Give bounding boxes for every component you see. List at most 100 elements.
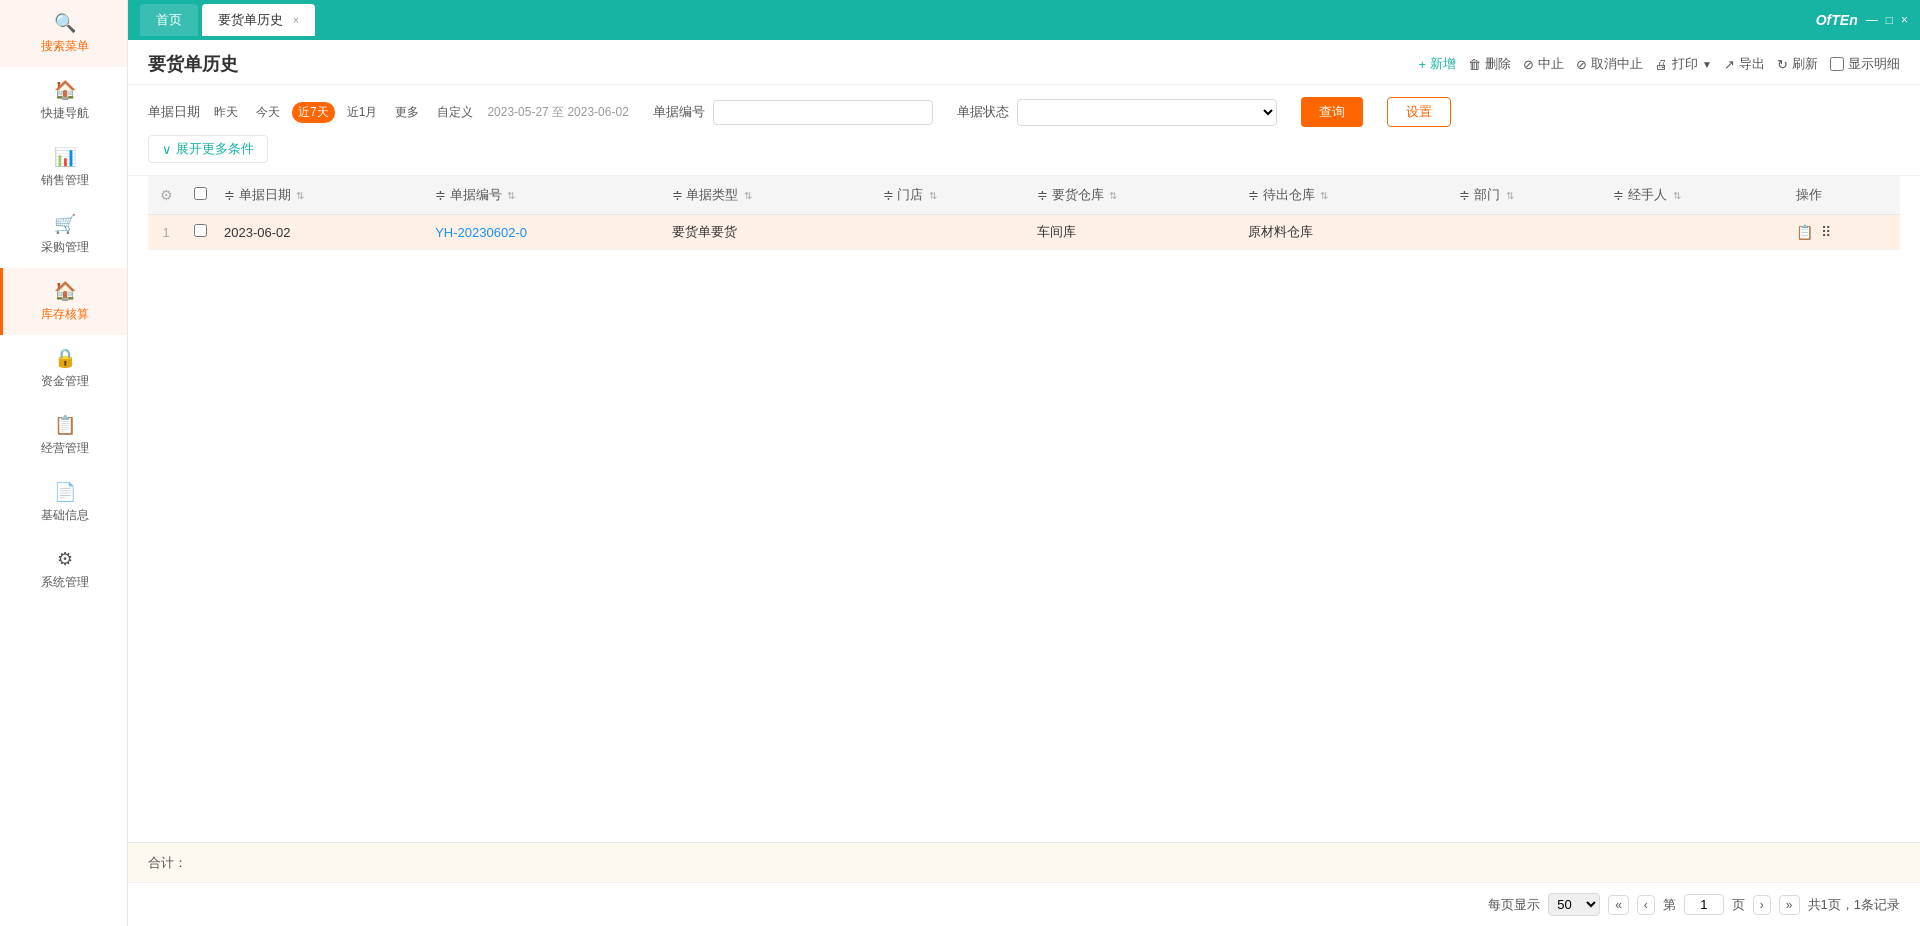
- date-range-display: 2023-05-27 至 2023-06-02: [487, 104, 628, 121]
- prev-page-btn[interactable]: ‹: [1637, 895, 1655, 915]
- refresh-label: 刷新: [1792, 55, 1818, 73]
- print-label: 打印: [1672, 55, 1698, 73]
- stop-icon: ⊘: [1523, 57, 1534, 72]
- basic-info-icon: 📄: [54, 481, 76, 503]
- date-filter-label: 单据日期: [148, 103, 200, 121]
- sidebar-item-label: 系统管理: [41, 574, 89, 591]
- total-info: 共1页，1条记录: [1808, 896, 1900, 914]
- cancel-stop-button[interactable]: ⊘ 取消中止: [1576, 55, 1643, 73]
- doc-status-select[interactable]: [1017, 99, 1277, 126]
- row-doc-type: 要货单要货: [664, 215, 875, 250]
- table-settings-icon[interactable]: ⚙: [148, 176, 184, 215]
- sidebar-item-label: 基础信息: [41, 507, 89, 524]
- delete-label: 删除: [1485, 55, 1511, 73]
- tab-home[interactable]: 首页: [140, 4, 198, 36]
- cancel-stop-label: 取消中止: [1591, 55, 1643, 73]
- col-req-warehouse[interactable]: ≑ 要货仓库 ⇅: [1029, 176, 1240, 215]
- topbar-right: OfTEn — □ ×: [1816, 12, 1908, 28]
- quick-nav-icon: 🏠: [54, 79, 76, 101]
- sidebar-item-search-menu[interactable]: 🔍 搜索菜单: [0, 0, 127, 67]
- print-button[interactable]: 🖨 打印 ▼: [1655, 55, 1712, 73]
- page-number-input[interactable]: [1684, 894, 1724, 915]
- new-button[interactable]: + 新增: [1419, 55, 1457, 73]
- summary-bar: 合计：: [128, 842, 1920, 882]
- select-all-checkbox[interactable]: [194, 187, 207, 200]
- restore-btn[interactable]: □: [1886, 13, 1893, 27]
- sidebar-item-finance-mgmt[interactable]: 🔒 资金管理: [0, 335, 127, 402]
- per-page-select[interactable]: 20 50 100: [1548, 893, 1600, 916]
- brand-label: OfTEn: [1816, 12, 1858, 28]
- shortcut-more[interactable]: 更多: [389, 102, 425, 123]
- show-detail-label: 显示明细: [1848, 55, 1900, 73]
- sidebar-item-system-mgmt[interactable]: ⚙ 系统管理: [0, 536, 127, 603]
- operation-icon: 📋: [54, 414, 76, 436]
- shortcut-last7days[interactable]: 近7天: [292, 102, 335, 123]
- stop-button[interactable]: ⊘ 中止: [1523, 55, 1564, 73]
- expand-more-button[interactable]: ∨ 展开更多条件: [148, 135, 268, 163]
- doc-no-input[interactable]: [713, 100, 933, 125]
- main-area: 首页 要货单历史 × OfTEn — □ × 要货单历史 + 新增 🗑 删除: [128, 0, 1920, 926]
- close-tab-icon[interactable]: ×: [293, 15, 299, 26]
- row-more-icon[interactable]: ⠿: [1821, 224, 1831, 240]
- per-page-label: 每页显示: [1488, 896, 1540, 914]
- table-checkbox-header[interactable]: [184, 176, 216, 215]
- shortcut-last1month[interactable]: 近1月: [341, 102, 384, 123]
- show-detail-checkbox[interactable]: [1830, 57, 1844, 71]
- sidebar-item-operation-mgmt[interactable]: 📋 经营管理: [0, 402, 127, 469]
- sidebar-item-sales-mgmt[interactable]: 📊 销售管理: [0, 134, 127, 201]
- sidebar-item-purchase-mgmt[interactable]: 🛒 采购管理: [0, 201, 127, 268]
- minimize-btn[interactable]: —: [1866, 13, 1878, 27]
- sidebar-item-quick-nav[interactable]: 🏠 快捷导航: [0, 67, 127, 134]
- row-doc-no[interactable]: YH-20230602-0: [427, 215, 664, 250]
- row-dept: [1451, 215, 1605, 250]
- row-checkbox[interactable]: [194, 224, 207, 237]
- sidebar-item-label: 搜索菜单: [41, 38, 89, 55]
- col-date[interactable]: ≑ 单据日期 ⇅: [216, 176, 427, 215]
- export-button[interactable]: ↗ 导出: [1724, 55, 1765, 73]
- tab-home-label: 首页: [156, 11, 182, 29]
- toolbar: + 新增 🗑 删除 ⊘ 中止 ⊘ 取消中止 🖨 打印: [1419, 55, 1901, 73]
- delete-button[interactable]: 🗑 删除: [1468, 55, 1511, 73]
- sort-store-icon: ⇅: [929, 190, 937, 201]
- row-date: 2023-06-02: [216, 215, 427, 250]
- shortcut-custom[interactable]: 自定义: [431, 102, 479, 123]
- doc-status-label: 单据状态: [957, 103, 1009, 121]
- row-checkbox-cell[interactable]: [184, 215, 216, 250]
- next-page-btn[interactable]: ›: [1753, 895, 1771, 915]
- page-title: 要货单历史: [148, 52, 1419, 76]
- row-edit-icon[interactable]: 📋: [1796, 224, 1813, 240]
- cancel-stop-icon: ⊘: [1576, 57, 1587, 72]
- table-row[interactable]: 1 2023-06-02 YH-20230602-0 要货单要货 车间库 原材料…: [148, 215, 1900, 250]
- sort-doc-type-icon: ⇅: [744, 190, 752, 201]
- close-btn[interactable]: ×: [1901, 13, 1908, 27]
- sales-icon: 📊: [54, 146, 76, 168]
- row-req-warehouse: 车间库: [1029, 215, 1240, 250]
- setting-button[interactable]: 设置: [1387, 97, 1451, 127]
- col-doc-no[interactable]: ≑ 单据编号 ⇅: [427, 176, 664, 215]
- system-icon: ⚙: [57, 548, 73, 570]
- first-page-btn[interactable]: «: [1608, 895, 1629, 915]
- sidebar-item-inventory-check[interactable]: 🏠 库存核算: [0, 268, 127, 335]
- col-handler[interactable]: ≑ 经手人 ⇅: [1605, 176, 1788, 215]
- shortcut-yesterday[interactable]: 昨天: [208, 102, 244, 123]
- doc-no-link[interactable]: YH-20230602-0: [435, 225, 527, 240]
- col-dept[interactable]: ≑ 部门 ⇅: [1451, 176, 1605, 215]
- show-detail-toggle[interactable]: 显示明细: [1830, 55, 1900, 73]
- last-page-btn[interactable]: »: [1779, 895, 1800, 915]
- tab-requisition-history[interactable]: 要货单历史 ×: [202, 4, 315, 36]
- row-store: [875, 215, 1029, 250]
- query-button[interactable]: 查询: [1301, 97, 1363, 127]
- expand-icon: ∨: [162, 142, 172, 157]
- col-doc-type[interactable]: ≑ 单据类型 ⇅: [664, 176, 875, 215]
- refresh-button[interactable]: ↻ 刷新: [1777, 55, 1818, 73]
- purchase-icon: 🛒: [54, 213, 76, 235]
- export-label: 导出: [1739, 55, 1765, 73]
- sort-req-warehouse-icon: ⇅: [1109, 190, 1117, 201]
- pagination-bar: 每页显示 20 50 100 « ‹ 第 页 › » 共1页，1条记录: [128, 882, 1920, 926]
- sidebar-item-label: 经营管理: [41, 440, 89, 457]
- sidebar-item-basic-info[interactable]: 📄 基础信息: [0, 469, 127, 536]
- col-pending-warehouse[interactable]: ≑ 待出仓库 ⇅: [1240, 176, 1451, 215]
- col-store[interactable]: ≑ 门店 ⇅: [875, 176, 1029, 215]
- inventory-icon: 🏠: [54, 280, 76, 302]
- shortcut-today[interactable]: 今天: [250, 102, 286, 123]
